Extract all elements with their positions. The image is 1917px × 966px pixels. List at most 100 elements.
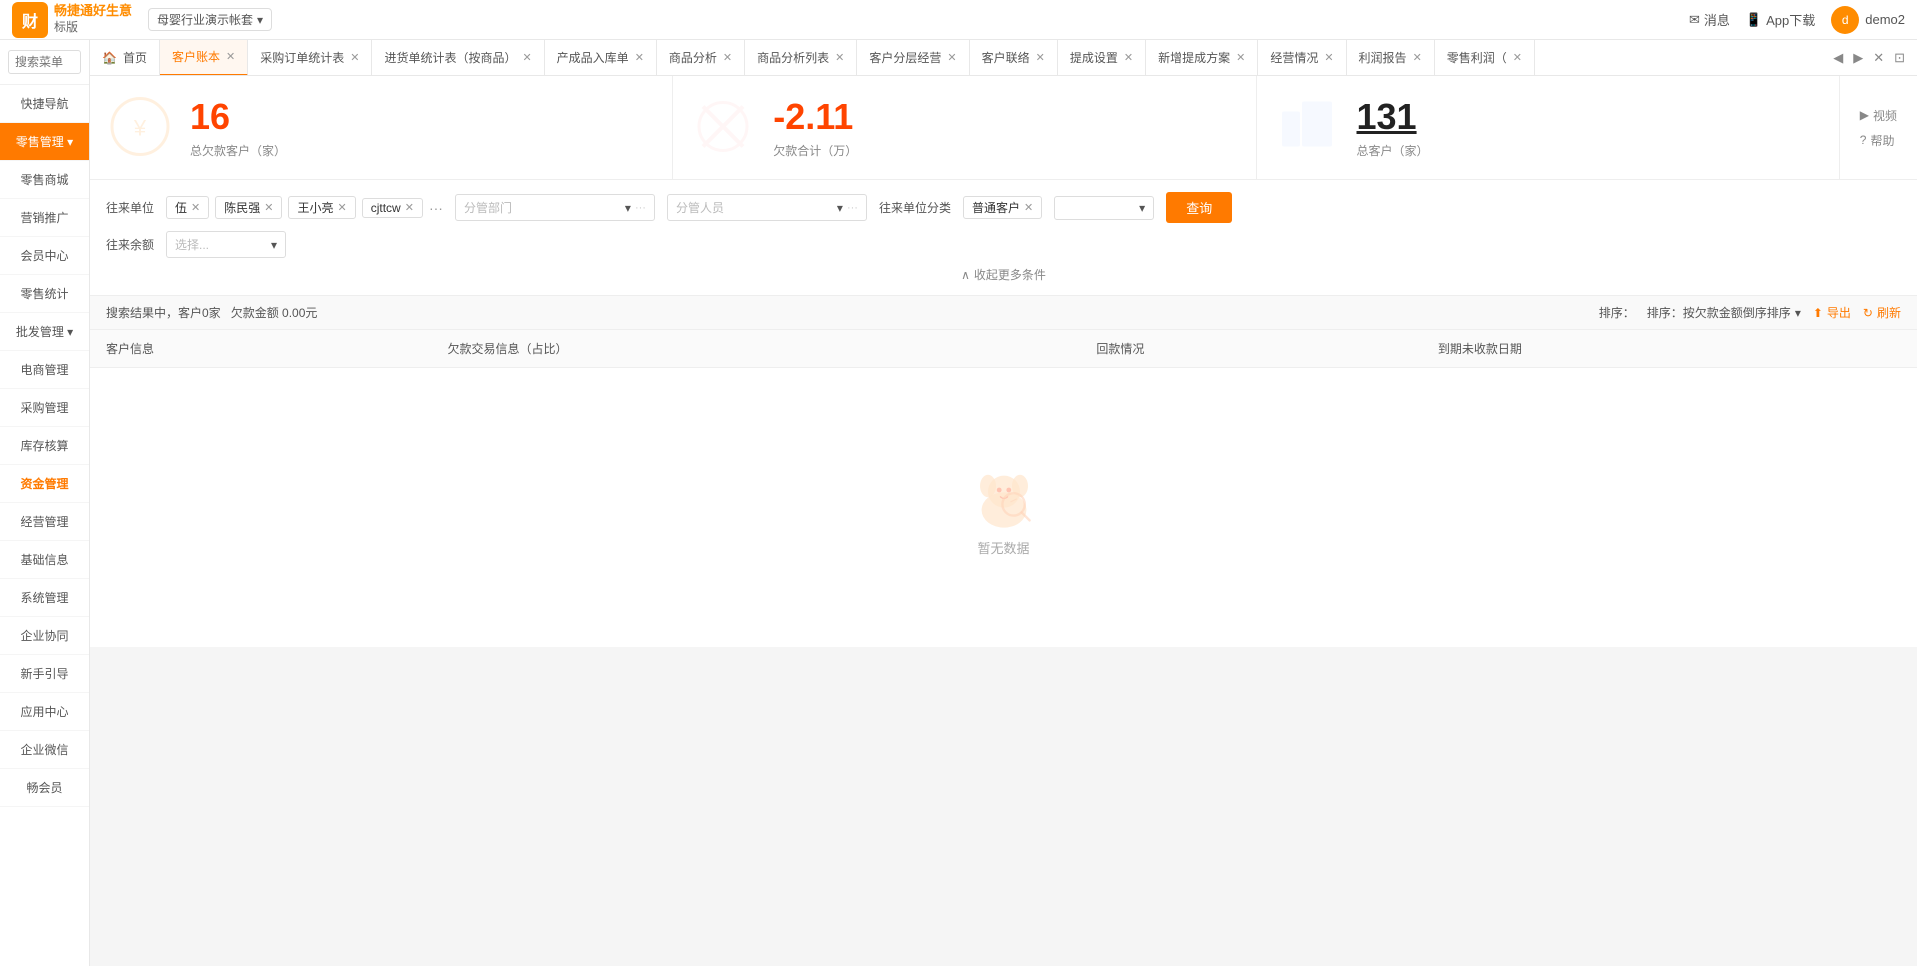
sidebar-item-pro-member[interactable]: 畅会员 bbox=[0, 769, 89, 807]
close-icon[interactable]: ✕ bbox=[1124, 51, 1133, 64]
tab-add-scheme[interactable]: 新增提成方案 ✕ bbox=[1146, 40, 1258, 76]
app-download-btn[interactable]: 📱 App下载 bbox=[1746, 10, 1815, 29]
filter-more-btn[interactable]: ··· bbox=[429, 200, 443, 216]
close-icon[interactable]: ✕ bbox=[1324, 51, 1333, 64]
remove-normal-customer-btn[interactable]: ✕ bbox=[1024, 201, 1033, 214]
remove-wu-btn[interactable]: ✕ bbox=[191, 201, 200, 214]
sort-dropdown[interactable]: 排序：按欠款金额倒序排序 ▾ bbox=[1647, 304, 1801, 321]
sidebar-item-retail-mgmt[interactable]: 零售管理 ▾ bbox=[0, 123, 89, 161]
filter-tag-wu: 伍 ✕ bbox=[166, 196, 209, 219]
close-icon[interactable]: ✕ bbox=[522, 51, 531, 64]
sidebar-item-wechat-biz[interactable]: 企业微信 bbox=[0, 731, 89, 769]
close-icon[interactable]: ✕ bbox=[226, 50, 235, 63]
main-layout: 快捷导航 零售管理 ▾ 零售商城 营销推广 会员中心 零售统计 批发管理 ▾ 电… bbox=[0, 40, 1917, 966]
stat-value-total-customers: 131 bbox=[1287, 96, 1809, 138]
close-icon[interactable]: ✕ bbox=[350, 51, 359, 64]
result-summary: 搜索结果中，客户0家 欠款金额 0.00元 bbox=[106, 304, 317, 321]
remove-chen-btn[interactable]: ✕ bbox=[264, 201, 273, 214]
query-button[interactable]: 查询 bbox=[1166, 192, 1232, 223]
sidebar-item-marketing[interactable]: 营销推广 bbox=[0, 199, 89, 237]
sidebar-item-biz-mgmt[interactable]: 经营管理 bbox=[0, 503, 89, 541]
tab-biz-status[interactable]: 经营情况 ✕ bbox=[1258, 40, 1346, 76]
help-area: ▶ 视频 ? 帮助 bbox=[1840, 76, 1917, 179]
empty-icon bbox=[964, 458, 1044, 538]
tab-close-all[interactable]: ✕ bbox=[1869, 48, 1888, 68]
tab-retail-profit[interactable]: 零售利润（ ✕ bbox=[1435, 40, 1535, 76]
data-table: 客户信息 欠款交易信息（占比） 回款情况 到期未收款日期 bbox=[90, 330, 1917, 648]
close-icon[interactable]: ✕ bbox=[1036, 51, 1045, 64]
clear-person-btn[interactable]: ··· bbox=[847, 202, 858, 214]
logo-text: 畅捷通好生意 标版 bbox=[54, 3, 132, 35]
stat-label-credit-amount: 欠款合计（万） bbox=[703, 142, 1225, 159]
user-area[interactable]: d demo2 bbox=[1831, 6, 1905, 34]
sidebar-item-retail-mall[interactable]: 零售商城 bbox=[0, 161, 89, 199]
tab-raise-settings[interactable]: 提成设置 ✕ bbox=[1058, 40, 1146, 76]
close-icon[interactable]: ✕ bbox=[635, 51, 644, 64]
col-customer-info: 客户信息 bbox=[90, 330, 432, 368]
sidebar-item-inventory[interactable]: 库存核算 bbox=[0, 427, 89, 465]
balance-select[interactable]: 选择... ▾ bbox=[166, 231, 286, 258]
filter-row-1: 往来单位 伍 ✕ 陈民强 ✕ 王小亮 bbox=[106, 192, 1901, 223]
sidebar-item-retail-stats[interactable]: 零售统计 bbox=[0, 275, 89, 313]
close-icon[interactable]: ✕ bbox=[723, 51, 732, 64]
tab-goods-analysis[interactable]: 商品分析 ✕ bbox=[657, 40, 745, 76]
tab-cost-inbound[interactable]: 产成品入库单 ✕ bbox=[545, 40, 657, 76]
dept-select[interactable]: 分管部门 ▾ ··· bbox=[455, 194, 655, 221]
sidebar-item-quick-nav[interactable]: 快捷导航 bbox=[0, 85, 89, 123]
sidebar-item-sys-mgmt[interactable]: 系统管理 bbox=[0, 579, 89, 617]
sidebar-item-basic-info[interactable]: 基础信息 bbox=[0, 541, 89, 579]
tab-customer-tier[interactable]: 客户分层经营 ✕ bbox=[857, 40, 969, 76]
account-dropdown[interactable]: 母婴行业演示帐套 ▾ bbox=[148, 8, 272, 31]
remove-cjttcw-btn[interactable]: ✕ bbox=[405, 201, 414, 214]
clear-dept-btn[interactable]: ··· bbox=[635, 202, 646, 214]
result-bar: 搜索结果中，客户0家 欠款金额 0.00元 排序： 排序：按欠款金额倒序排序 ▾… bbox=[90, 296, 1917, 330]
tab-home[interactable]: 🏠 首页 bbox=[90, 40, 160, 76]
video-btn[interactable]: ▶ 视频 bbox=[1860, 107, 1897, 124]
person-select[interactable]: 分管人员 ▾ ··· bbox=[667, 194, 867, 221]
top-bar-right: ✉ 消息 📱 App下载 d demo2 bbox=[1689, 6, 1905, 34]
close-icon[interactable]: ✕ bbox=[835, 51, 844, 64]
tab-bar: 🏠 首页 客户账本 ✕ 采购订单统计表 ✕ 进货单统计表（按商品） ✕ 产成品入… bbox=[90, 40, 1917, 76]
top-bar: 财 畅捷通好生意 标版 母婴行业演示帐套 ▾ ✉ 消息 📱 App下载 d de… bbox=[0, 0, 1917, 40]
tab-prev-arrow[interactable]: ◀ bbox=[1829, 48, 1847, 68]
svg-text:¥: ¥ bbox=[133, 115, 147, 140]
export-btn[interactable]: ⬆ 导出 bbox=[1813, 304, 1851, 321]
close-icon[interactable]: ✕ bbox=[1413, 51, 1422, 64]
sidebar-item-enterprise[interactable]: 企业协同 bbox=[0, 617, 89, 655]
tab-customer-book[interactable]: 客户账本 ✕ bbox=[160, 40, 248, 76]
sidebar-item-ecommerce-mgmt[interactable]: 电商管理 bbox=[0, 351, 89, 389]
close-icon[interactable]: ✕ bbox=[947, 51, 956, 64]
unit-tags: 伍 ✕ 陈民强 ✕ 王小亮 ✕ bbox=[166, 196, 443, 219]
tab-next-arrow[interactable]: ▶ bbox=[1849, 48, 1867, 68]
sidebar-item-wholesale-mgmt[interactable]: 批发管理 ▾ bbox=[0, 313, 89, 351]
remove-wang-btn[interactable]: ✕ bbox=[338, 201, 347, 214]
tab-goods-analysis-list[interactable]: 商品分析列表 ✕ bbox=[745, 40, 857, 76]
chevron-down-icon: ▾ bbox=[271, 238, 277, 252]
help-btn[interactable]: ? 帮助 bbox=[1860, 132, 1897, 149]
sidebar-item-purchase-mgmt[interactable]: 采购管理 bbox=[0, 389, 89, 427]
sidebar-item-member-center[interactable]: 会员中心 bbox=[0, 237, 89, 275]
sidebar-item-fund-mgmt[interactable]: 资金管理 bbox=[0, 465, 89, 503]
sidebar-item-app-center[interactable]: 应用中心 bbox=[0, 693, 89, 731]
export-icon: ⬆ bbox=[1813, 306, 1823, 320]
tab-inbound-stats[interactable]: 进货单统计表（按商品） ✕ bbox=[372, 40, 544, 76]
filter-tag-wang: 王小亮 ✕ bbox=[288, 196, 355, 219]
tab-profit-report[interactable]: 利润报告 ✕ bbox=[1347, 40, 1435, 76]
tab-customer-connect[interactable]: 客户联络 ✕ bbox=[970, 40, 1058, 76]
logo-icon: 财 bbox=[12, 2, 48, 38]
content-area: 🏠 首页 客户账本 ✕ 采购订单统计表 ✕ 进货单统计表（按商品） ✕ 产成品入… bbox=[90, 40, 1917, 966]
close-icon[interactable]: ✕ bbox=[1236, 51, 1245, 64]
unit-class-dropdown[interactable]: ▾ bbox=[1054, 196, 1154, 220]
stat-card-total-customers: 131 总客户（家） bbox=[1257, 76, 1840, 179]
refresh-btn[interactable]: ↻ 刷新 bbox=[1863, 304, 1901, 321]
filter-tag-chen: 陈民强 ✕ bbox=[215, 196, 282, 219]
unit-filter-label: 往来单位 bbox=[106, 199, 154, 216]
close-icon[interactable]: ✕ bbox=[1513, 51, 1522, 64]
collapse-btn[interactable]: ∧ 收起更多条件 bbox=[961, 266, 1046, 283]
tab-purchase-order[interactable]: 采购订单统计表 ✕ bbox=[248, 40, 372, 76]
play-icon: ▶ bbox=[1860, 108, 1869, 122]
sidebar-item-new-guide[interactable]: 新手引导 bbox=[0, 655, 89, 693]
message-btn[interactable]: ✉ 消息 bbox=[1689, 10, 1730, 29]
tab-expand[interactable]: ⊡ bbox=[1890, 48, 1909, 68]
search-input[interactable] bbox=[8, 50, 81, 74]
